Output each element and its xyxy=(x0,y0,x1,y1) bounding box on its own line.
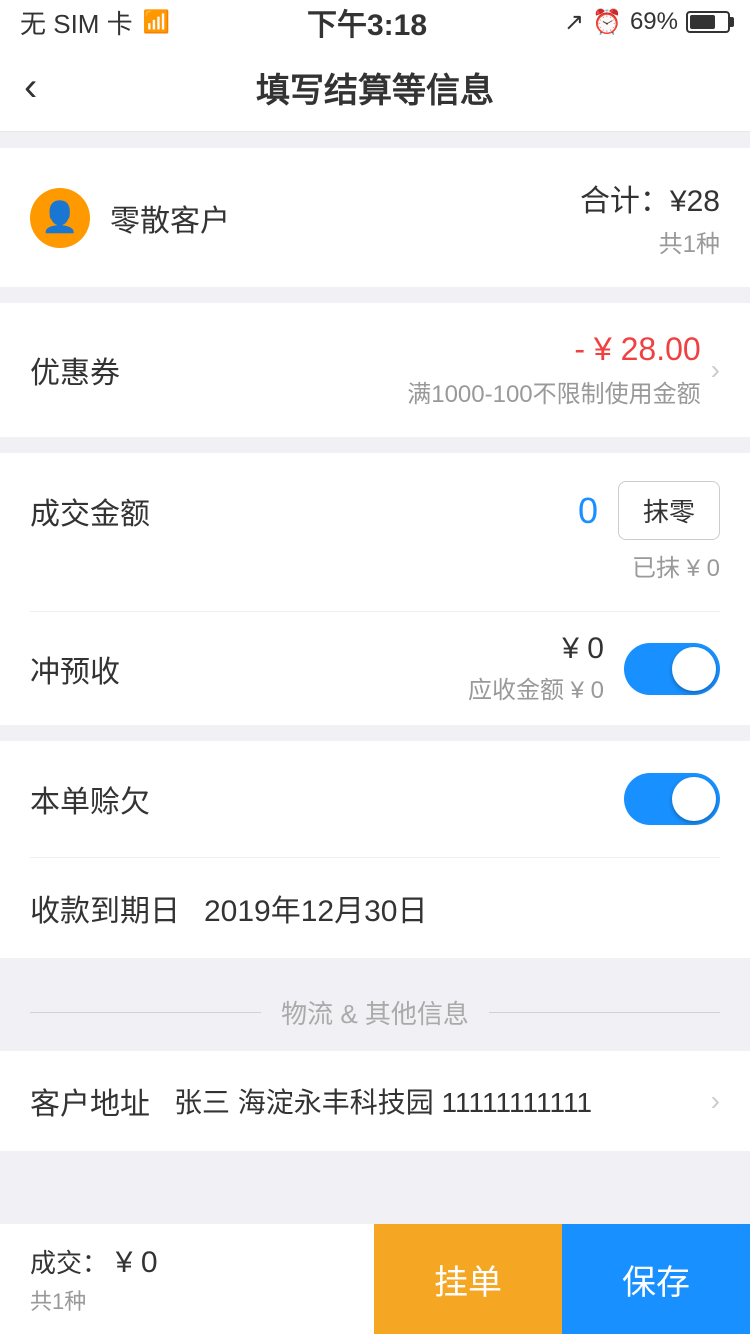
customer-name: 零散客户 xyxy=(110,196,230,240)
avatar: 👤 xyxy=(30,188,90,248)
transaction-value[interactable]: 0 xyxy=(578,490,598,532)
bottom-deal-amount: ¥ 0 xyxy=(116,1246,158,1279)
bottom-info: 成交： ¥ 0 共1种 xyxy=(0,1243,374,1316)
transaction-card: 成交金额 0 抹零 已抹 ¥ 0 冲预收 ¥ 0 应收金额 ¥ 0 xyxy=(0,453,750,725)
alarm-icon: ⏰ xyxy=(592,8,622,37)
section-divider-text: 物流 & 其他信息 xyxy=(281,994,469,1031)
debt-card: 本单赊欠 收款到期日 2019年12月30日 xyxy=(0,741,750,958)
prepay-label: 冲预收 xyxy=(30,647,120,691)
nav-bar: ‹ 填写结算等信息 xyxy=(0,44,750,132)
customer-row: 👤 零散客户 合计：¥28 共1种 xyxy=(0,148,750,287)
content: 👤 零散客户 合计：¥28 共1种 优惠券 - ¥ 28.00 满1000-10… xyxy=(0,148,750,1287)
coupon-label: 优惠券 xyxy=(30,348,120,392)
customer-left: 👤 零散客户 xyxy=(30,188,230,248)
address-row[interactable]: 客户地址 张三 海淀永丰科技园 11111111111 › xyxy=(0,1051,750,1151)
status-time: 下午3:18 xyxy=(307,0,427,44)
coupon-chevron: › xyxy=(711,354,720,386)
battery-icon xyxy=(686,11,730,33)
round-button[interactable]: 抹零 xyxy=(618,481,720,540)
location-icon: ↗ xyxy=(564,8,584,37)
bottom-count: 共1种 xyxy=(30,1284,344,1316)
hold-button[interactable]: 挂单 xyxy=(374,1224,562,1334)
status-left: 无 SIM 卡 📶 xyxy=(20,4,170,41)
due-date-value: 2019年12月30日 xyxy=(204,886,427,930)
customer-total-wrap: 合计：¥28 共1种 xyxy=(580,176,720,259)
wifi-icon: 📶 xyxy=(143,9,170,35)
debt-toggle-knob xyxy=(672,777,716,821)
battery-fill xyxy=(690,15,715,29)
due-date-row: 收款到期日 2019年12月30日 xyxy=(0,858,750,958)
prepayment-toggle[interactable] xyxy=(624,643,720,695)
prepay-amount: ¥ 0 xyxy=(468,632,604,666)
prepay-sub: 应收金额 ¥ 0 xyxy=(468,670,604,705)
address-label: 客户地址 xyxy=(30,1079,150,1123)
debt-toggle[interactable] xyxy=(624,773,720,825)
bottom-deal-label: 成交： xyxy=(30,1248,108,1278)
due-date-label: 收款到期日 xyxy=(30,886,180,930)
debt-label: 本单赊欠 xyxy=(30,777,150,821)
sim-text: 无 SIM 卡 xyxy=(20,4,133,41)
coupon-card[interactable]: 优惠券 - ¥ 28.00 满1000-100不限制使用金额 › xyxy=(0,303,750,437)
coupon-right: - ¥ 28.00 满1000-100不限制使用金额 › xyxy=(407,331,720,409)
customer-card: 👤 零散客户 合计：¥28 共1种 xyxy=(0,148,750,287)
total-amount: 合计：¥28 xyxy=(580,176,720,220)
address-chevron: › xyxy=(711,1085,720,1117)
page-title: 填写结算等信息 xyxy=(256,63,494,112)
section-divider: 物流 & 其他信息 xyxy=(0,974,750,1051)
coupon-sub: 满1000-100不限制使用金额 xyxy=(407,374,700,409)
transaction-row: 成交金额 0 抹零 已抹 ¥ 0 xyxy=(0,453,750,611)
status-right: ↗ ⏰ 69% xyxy=(564,8,730,37)
address-value: 张三 海淀永丰科技园 11111111111 xyxy=(174,1081,701,1121)
transaction-label: 成交金额 xyxy=(30,489,150,533)
transaction-sub: 已抹 ¥ 0 xyxy=(30,548,720,583)
total-count: 共1种 xyxy=(580,224,720,259)
toggle-knob xyxy=(672,647,716,691)
debt-row: 本单赊欠 xyxy=(0,741,750,857)
prepayment-row: 冲预收 ¥ 0 应收金额 ¥ 0 xyxy=(0,612,750,725)
address-card[interactable]: 客户地址 张三 海淀永丰科技园 11111111111 › xyxy=(0,1051,750,1151)
bottom-bar: 成交： ¥ 0 共1种 挂单 保存 xyxy=(0,1224,750,1334)
status-bar: 无 SIM 卡 📶 下午3:18 ↗ ⏰ 69% xyxy=(0,0,750,44)
save-button[interactable]: 保存 xyxy=(562,1224,750,1334)
battery-percentage: 69% xyxy=(630,8,678,36)
coupon-value: - ¥ 28.00 xyxy=(574,331,700,368)
back-button[interactable]: ‹ xyxy=(24,65,37,110)
coupon-row[interactable]: 优惠券 - ¥ 28.00 满1000-100不限制使用金额 › xyxy=(0,303,750,437)
